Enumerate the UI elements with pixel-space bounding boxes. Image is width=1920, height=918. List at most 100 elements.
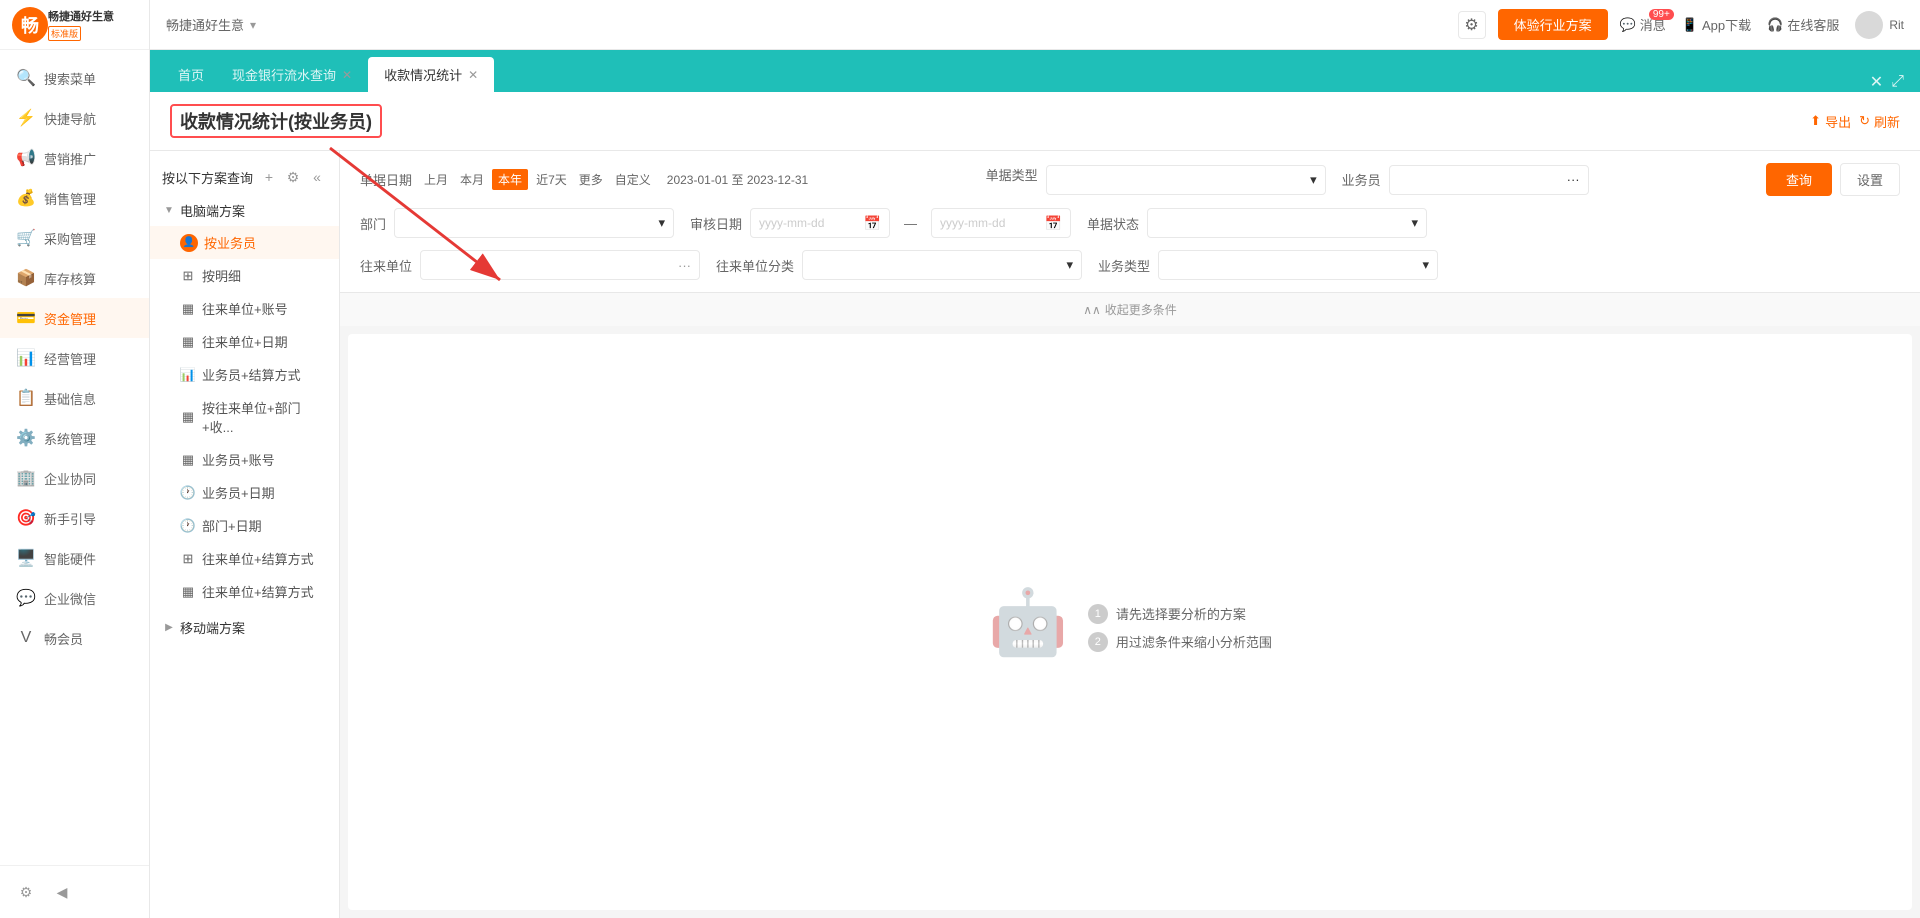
content-area: 按以下方案查询 + ⚙ « ▼ 电脑端方案 👤 — [150, 151, 1920, 918]
scheme-item-salesman-account[interactable]: ▦ 业务员+账号 — [150, 443, 339, 476]
salesman-select[interactable]: ··· — [1389, 165, 1589, 195]
tab-home-label: 首页 — [178, 68, 204, 83]
date-label: 单据日期 — [360, 170, 412, 189]
user-name: Rit — [1889, 18, 1904, 32]
tab-bar: 首页 现金银行流水查询 ✕ 收款情况统计 ✕ ✕ ⤢ — [150, 50, 1920, 92]
item-label: 往来单位+账号 — [202, 299, 288, 318]
logo-area: 畅 畅捷通好生意 标准版 — [0, 0, 149, 50]
scheme-item-salesman-date[interactable]: 🕐 业务员+日期 — [150, 476, 339, 509]
sidebar-item-operation[interactable]: 📊 经营管理 — [0, 338, 149, 378]
export-button[interactable]: ⬆ 导出 — [1810, 112, 1851, 131]
scheme-item-dept-date[interactable]: 🕐 部门+日期 — [150, 509, 339, 542]
logo-text: 畅捷通好生意 标准版 — [48, 8, 114, 41]
trial-button[interactable]: 体验行业方案 — [1498, 9, 1608, 40]
service-label: 在线客服 — [1787, 15, 1839, 34]
sidebar-item-basic-info[interactable]: 📋 基础信息 — [0, 378, 149, 418]
filter-date-item: 单据日期 上月 本月 本年 近7天 更多 自定义 2023-01-01 至 20… — [360, 169, 808, 190]
enterprise-icon: 🏢 — [16, 468, 36, 488]
query-button[interactable]: 查询 — [1766, 163, 1832, 196]
sidebar-item-member[interactable]: V 畅会员 — [0, 618, 149, 658]
scheme-settings-btn[interactable]: ⚙ — [283, 167, 303, 187]
tab-close-icon[interactable]: ✕ — [468, 68, 478, 82]
guide-icon: 🎯 — [16, 508, 36, 528]
gear-button[interactable]: ⚙ — [1458, 11, 1486, 39]
dept-select[interactable]: ▾ — [394, 208, 674, 238]
sidebar-item-search-menu[interactable]: 🔍 搜索菜单 — [0, 58, 149, 98]
scheme-collapse-btn[interactable]: « — [307, 167, 327, 187]
scheme-item-partner-payment2[interactable]: ⊞ 往来单位+结算方式 — [150, 542, 339, 575]
date-range-text: 2023-01-01 至 2023-12-31 — [667, 171, 808, 188]
tab-close-all-icon[interactable]: ✕ — [1870, 72, 1883, 92]
sidebar-item-hardware[interactable]: 🖥️ 智能硬件 — [0, 538, 149, 578]
sidebar-item-enterprise[interactable]: 🏢 企业协同 — [0, 458, 149, 498]
audit-date-end[interactable]: yyyy-mm-dd 📅 — [931, 208, 1071, 238]
sidebar-settings-btn[interactable]: ⚙ — [12, 878, 40, 906]
collapse-label: 收起更多条件 — [1105, 301, 1177, 318]
operation-icon: 📊 — [16, 348, 36, 368]
scheme-group-title-mobile[interactable]: ▶ 移动端方案 — [150, 612, 339, 643]
group-arrow-icon: ▶ — [162, 621, 176, 635]
messages-button[interactable]: 💬 消息 99+ — [1620, 15, 1666, 34]
tab-expand-icon[interactable]: ⤢ — [1891, 73, 1904, 91]
scheme-item-partner-account[interactable]: ▦ 往来单位+账号 — [150, 292, 339, 325]
sidebar-item-label: 畅会员 — [44, 629, 83, 648]
date-tab-custom[interactable]: 自定义 — [611, 169, 655, 190]
calendar-icon[interactable]: 📅 — [1045, 215, 1062, 232]
sidebar-item-purchase[interactable]: 🛒 采购管理 — [0, 218, 149, 258]
scheme-item-salesman-payment[interactable]: 📊 业务员+结算方式 — [150, 358, 339, 391]
item-label: 按往来单位+部门+收... — [202, 398, 327, 436]
scheme-item-by-detail[interactable]: ⊞ 按明细 — [150, 259, 339, 292]
tab-close-icon[interactable]: ✕ — [342, 68, 352, 82]
filter-row-3: 往来单位 ··· 往来单位分类 ▾ — [360, 250, 1900, 280]
item-label: 按业务员 — [204, 233, 256, 252]
scheme-header: 按以下方案查询 + ⚙ « — [150, 159, 339, 195]
biz-type-select[interactable]: ▾ — [1158, 250, 1438, 280]
sidebar-item-label: 资金管理 — [44, 309, 96, 328]
date-tab-this-year[interactable]: 本年 — [492, 169, 528, 190]
header-breadcrumb: 畅捷通好生意 ▾ — [166, 15, 1446, 34]
sidebar-item-quick-nav[interactable]: ⚡ 快捷导航 — [0, 98, 149, 138]
sidebar-item-guide[interactable]: 🎯 新手引导 — [0, 498, 149, 538]
step-2-num: 2 — [1088, 632, 1108, 652]
tab-bank-flow[interactable]: 现金银行流水查询 ✕ — [216, 57, 368, 92]
scheme-item-partner-dept-receipt[interactable]: ▦ 按往来单位+部门+收... — [150, 391, 339, 443]
sidebar-item-wechat[interactable]: 💬 企业微信 — [0, 578, 149, 618]
date-tab-last7[interactable]: 近7天 — [532, 169, 571, 190]
doc-status-select[interactable]: ▾ — [1147, 208, 1427, 238]
settings-button[interactable]: 设置 — [1840, 163, 1900, 196]
online-service-button[interactable]: 🎧 在线客服 — [1767, 15, 1839, 34]
item-label: 往来单位+日期 — [202, 332, 288, 351]
sidebar-item-label: 快捷导航 — [44, 109, 96, 128]
audit-date-start[interactable]: yyyy-mm-dd 📅 — [750, 208, 890, 238]
sidebar-item-sales[interactable]: 💰 销售管理 — [0, 178, 149, 218]
partner-select[interactable]: ··· — [420, 250, 700, 280]
sidebar-collapse-btn[interactable]: ◀ — [48, 878, 76, 906]
partner-category-select[interactable]: ▾ — [802, 250, 1082, 280]
sidebar-item-capital[interactable]: 💳 资金管理 — [0, 298, 149, 338]
page-content: 收款情况统计(按业务员) ⬆ 导出 ↻ 刷新 按以下方案查询 + — [150, 92, 1920, 918]
member-icon: V — [16, 628, 36, 648]
collapse-bar[interactable]: ∧∧ 收起更多条件 — [340, 293, 1920, 326]
scheme-item-partner-payment3[interactable]: ▦ 往来单位+结算方式 — [150, 575, 339, 608]
app-download-button[interactable]: 📱 App下载 — [1682, 15, 1751, 34]
scheme-item-by-salesman[interactable]: 👤 按业务员 — [150, 226, 339, 259]
tab-home[interactable]: 首页 — [166, 57, 216, 92]
user-area[interactable]: Rit — [1855, 11, 1904, 39]
breadcrumb-dropdown-icon[interactable]: ▾ — [250, 18, 256, 32]
scheme-item-partner-date[interactable]: ▦ 往来单位+日期 — [150, 325, 339, 358]
sidebar-item-marketing[interactable]: 📢 营销推广 — [0, 138, 149, 178]
scheme-add-btn[interactable]: + — [259, 167, 279, 187]
scheme-group-title-desktop[interactable]: ▼ 电脑端方案 — [150, 195, 339, 226]
tab-receipt-stats[interactable]: 收款情况统计 ✕ — [368, 57, 494, 92]
export-icon: ⬆ — [1810, 113, 1821, 129]
marketing-icon: 📢 — [16, 148, 36, 168]
date-tab-more[interactable]: 更多 — [575, 169, 607, 190]
table-icon: ▦ — [180, 301, 196, 317]
date-tab-last-month[interactable]: 上月 — [420, 169, 452, 190]
refresh-button[interactable]: ↻ 刷新 — [1859, 112, 1900, 131]
doc-type-select[interactable]: ▾ — [1046, 165, 1326, 195]
sidebar-item-inventory[interactable]: 📦 库存核算 — [0, 258, 149, 298]
sidebar-item-system[interactable]: ⚙️ 系统管理 — [0, 418, 149, 458]
calendar-icon[interactable]: 📅 — [864, 215, 881, 232]
date-tab-this-month[interactable]: 本月 — [456, 169, 488, 190]
